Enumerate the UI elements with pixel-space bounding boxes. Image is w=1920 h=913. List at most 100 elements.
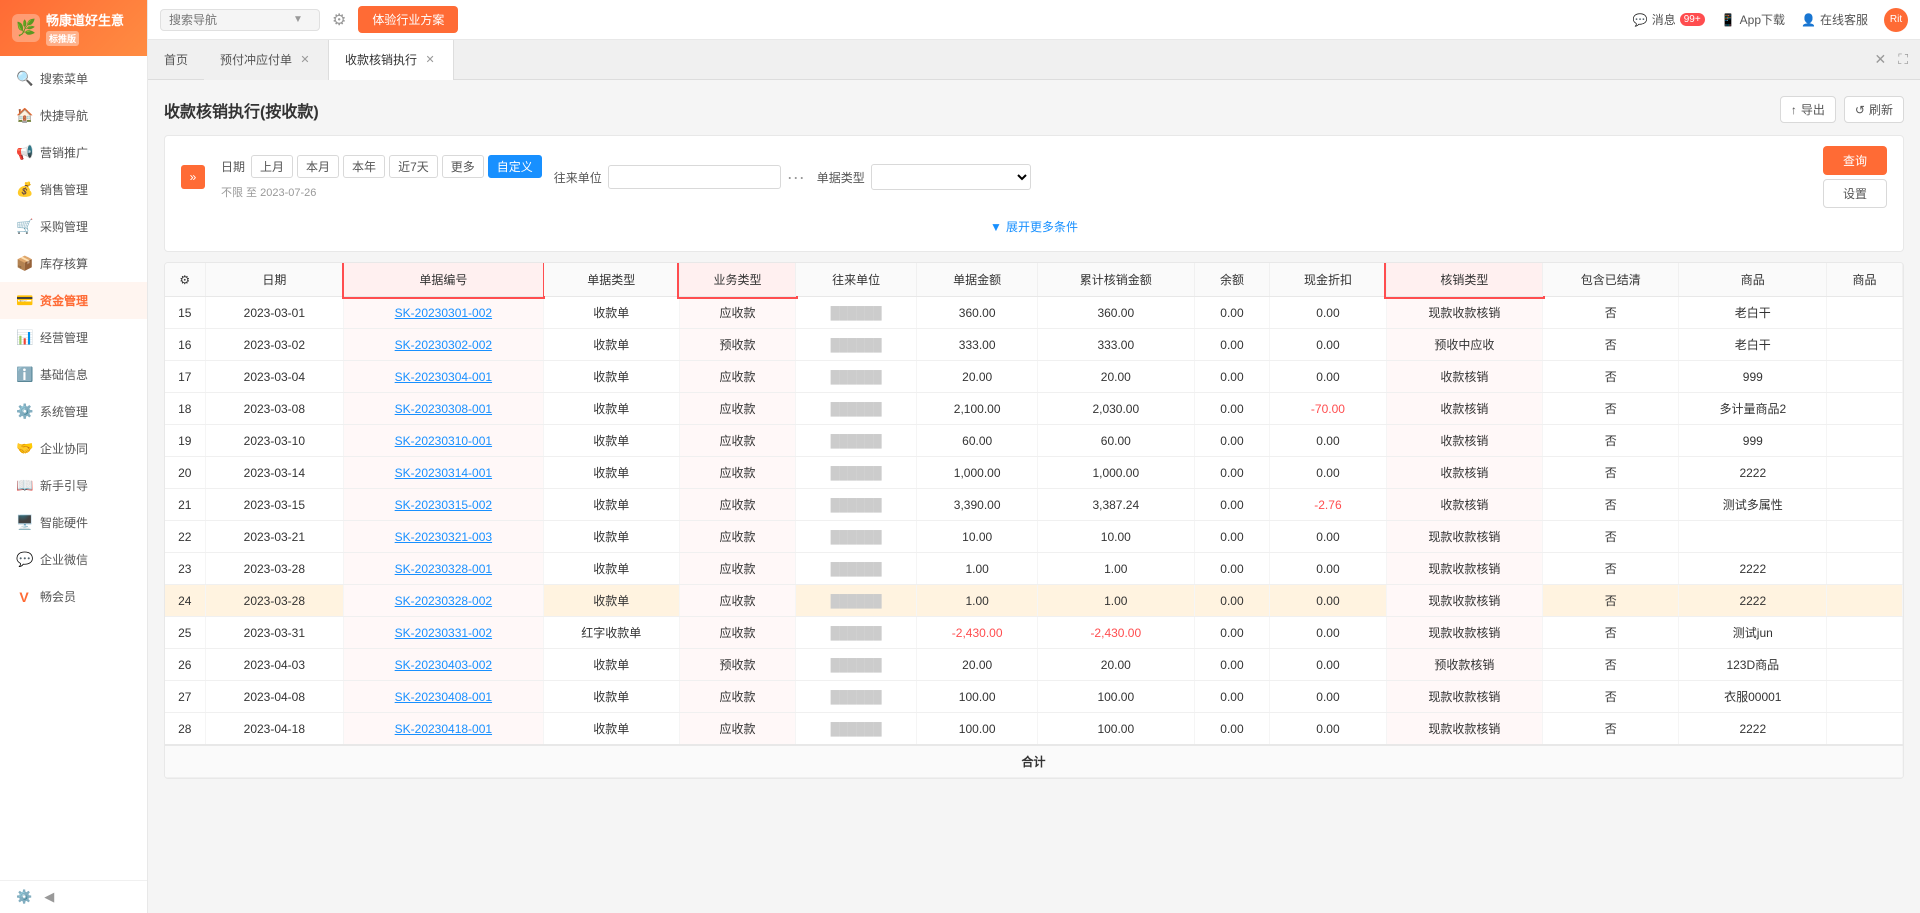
doc-no-link[interactable]: SK-20230301-002 — [395, 306, 492, 320]
filter-last-month-button[interactable]: 上月 — [251, 155, 293, 178]
online-service-button[interactable]: 👤 在线客服 — [1801, 11, 1868, 28]
filter-doctype-select[interactable] — [871, 164, 1031, 190]
doc-no-link[interactable]: SK-20230331-002 — [395, 626, 492, 640]
topbar-gear-icon[interactable]: ⚙ — [328, 6, 350, 34]
td-include-settled: 否 — [1543, 521, 1679, 553]
filter-custom-button[interactable]: 自定义 — [488, 155, 542, 178]
tabbar-right-actions: ✕ ⛶ — [1870, 47, 1920, 72]
sidebar-item-label: 资金管理 — [40, 292, 88, 309]
messages-button[interactable]: 💬 消息 99+ — [1633, 11, 1705, 28]
sidebar-item-search[interactable]: 🔍 搜索菜单 — [0, 60, 147, 97]
sidebar-collapse-button[interactable]: ◀ — [44, 889, 54, 905]
td-num: 18 — [165, 393, 205, 425]
td-date: 2023-03-31 — [205, 617, 344, 649]
sidebar-item-wechat[interactable]: 💬 企业微信 — [0, 541, 147, 578]
td-doc-no[interactable]: SK-20230310-001 — [344, 425, 543, 457]
doc-no-link[interactable]: SK-20230328-002 — [395, 594, 492, 608]
sidebar-item-sales[interactable]: 💰 销售管理 — [0, 171, 147, 208]
td-verify-type: 现款收款核销 — [1386, 617, 1543, 649]
tab-collection[interactable]: 收款核销执行 ✕ — [329, 40, 454, 80]
td-partner: ██████ — [796, 617, 917, 649]
tab-home[interactable]: 首页 — [148, 40, 204, 80]
td-doc-no[interactable]: SK-20230308-001 — [344, 393, 543, 425]
td-doc-no[interactable]: SK-20230302-002 — [344, 329, 543, 361]
sidebar-item-system[interactable]: ⚙️ 系统管理 — [0, 393, 147, 430]
td-balance: 0.00 — [1194, 713, 1270, 746]
doc-no-link[interactable]: SK-20230315-002 — [395, 498, 492, 512]
filter-more-button[interactable]: 更多 — [442, 155, 484, 178]
doc-no-link[interactable]: SK-20230308-001 — [395, 402, 492, 416]
sidebar-settings-button[interactable]: ⚙️ — [16, 889, 32, 905]
dropdown-arrow-icon[interactable]: ▼ — [293, 14, 303, 25]
filter-date-block: 日期 上月 本月 本年 近7天 更多 自定义 不限 至 2023-07-26 — [221, 155, 542, 200]
td-doc-no[interactable]: SK-20230328-001 — [344, 553, 543, 585]
td-doc-no[interactable]: SK-20230328-002 — [344, 585, 543, 617]
filter-this-year-button[interactable]: 本年 — [343, 155, 385, 178]
marketing-icon: 📢 — [16, 144, 32, 161]
td-doc-no[interactable]: SK-20230315-002 — [344, 489, 543, 521]
topbar-search-input[interactable] — [169, 13, 289, 27]
td-num: 27 — [165, 681, 205, 713]
td-partner: ██████ — [796, 297, 917, 329]
sidebar-item-hardware[interactable]: 🖥️ 智能硬件 — [0, 504, 147, 541]
doc-no-link[interactable]: SK-20230418-001 — [395, 722, 492, 736]
sidebar-item-member[interactable]: V 畅会员 — [0, 578, 147, 615]
doc-no-link[interactable]: SK-20230314-001 — [395, 466, 492, 480]
tab-payable-close-icon[interactable]: ✕ — [298, 53, 312, 67]
query-button[interactable]: 查询 — [1823, 146, 1887, 175]
doc-no-link[interactable]: SK-20230304-001 — [395, 370, 492, 384]
sidebar-item-basic[interactable]: ℹ️ 基础信息 — [0, 356, 147, 393]
tab-collection-close-icon[interactable]: ✕ — [423, 53, 437, 67]
filter-partner-input[interactable] — [608, 165, 781, 189]
td-balance: 0.00 — [1194, 425, 1270, 457]
td-doc-no[interactable]: SK-20230304-001 — [344, 361, 543, 393]
doc-no-link[interactable]: SK-20230403-002 — [395, 658, 492, 672]
td-num: 20 — [165, 457, 205, 489]
filter-expand-button[interactable]: ▼ 展开更多条件 — [984, 212, 1084, 241]
td-doc-no[interactable]: SK-20230418-001 — [344, 713, 543, 746]
td-amount: 20.00 — [917, 361, 1038, 393]
td-doc-no[interactable]: SK-20230314-001 — [344, 457, 543, 489]
tabbar-expand-button[interactable]: ⛶ — [1894, 47, 1912, 72]
td-doc-no[interactable]: SK-20230403-002 — [344, 649, 543, 681]
td-date: 2023-04-03 — [205, 649, 344, 681]
refresh-button[interactable]: ↺ 刷新 — [1844, 96, 1904, 123]
sidebar-item-label: 基础信息 — [40, 366, 88, 383]
filter-this-month-button[interactable]: 本月 — [297, 155, 339, 178]
sidebar-item-label: 经营管理 — [40, 329, 88, 346]
tabbar-close-button[interactable]: ✕ — [1870, 47, 1890, 72]
sidebar-item-marketing[interactable]: 📢 营销推广 — [0, 134, 147, 171]
td-partner: ██████ — [796, 553, 917, 585]
td-amount: 10.00 — [917, 521, 1038, 553]
td-doc-no[interactable]: SK-20230331-002 — [344, 617, 543, 649]
filter-7days-button[interactable]: 近7天 — [389, 155, 438, 178]
filter-partner-dots[interactable]: ··· — [787, 167, 805, 188]
td-doc-no[interactable]: SK-20230301-002 — [344, 297, 543, 329]
td-cash-discount: 0.00 — [1270, 521, 1386, 553]
user-avatar[interactable]: Rit — [1884, 8, 1908, 32]
sidebar-item-corp[interactable]: 🤝 企业协同 — [0, 430, 147, 467]
sidebar-item-finance[interactable]: 💳 资金管理 — [0, 282, 147, 319]
doc-no-link[interactable]: SK-20230321-003 — [395, 530, 492, 544]
td-date: 2023-03-15 — [205, 489, 344, 521]
doc-no-link[interactable]: SK-20230310-001 — [395, 434, 492, 448]
sidebar-item-purchase[interactable]: 🛒 采购管理 — [0, 208, 147, 245]
filter-settings-button[interactable]: 设置 — [1823, 179, 1887, 208]
industry-solution-button[interactable]: 体验行业方案 — [358, 6, 458, 33]
doc-no-link[interactable]: SK-20230302-002 — [395, 338, 492, 352]
page-header-actions: ↑ 导出 ↺ 刷新 — [1780, 96, 1904, 123]
td-cumulative: 20.00 — [1038, 361, 1195, 393]
filter-toggle-button[interactable]: » — [181, 165, 205, 189]
export-button[interactable]: ↑ 导出 — [1780, 96, 1836, 123]
tab-payable[interactable]: 预付冲应付单 ✕ — [204, 40, 329, 80]
sidebar-item-inventory[interactable]: 📦 库存核算 — [0, 245, 147, 282]
sidebar-item-operation[interactable]: 📊 经营管理 — [0, 319, 147, 356]
doc-no-link[interactable]: SK-20230328-001 — [395, 562, 492, 576]
th-settings[interactable]: ⚙ — [165, 263, 205, 297]
app-download-button[interactable]: 📱 App下载 — [1721, 11, 1785, 28]
sidebar-item-quick-nav[interactable]: 🏠 快捷导航 — [0, 97, 147, 134]
doc-no-link[interactable]: SK-20230408-001 — [395, 690, 492, 704]
td-doc-no[interactable]: SK-20230321-003 — [344, 521, 543, 553]
sidebar-item-guide[interactable]: 📖 新手引导 — [0, 467, 147, 504]
td-doc-no[interactable]: SK-20230408-001 — [344, 681, 543, 713]
